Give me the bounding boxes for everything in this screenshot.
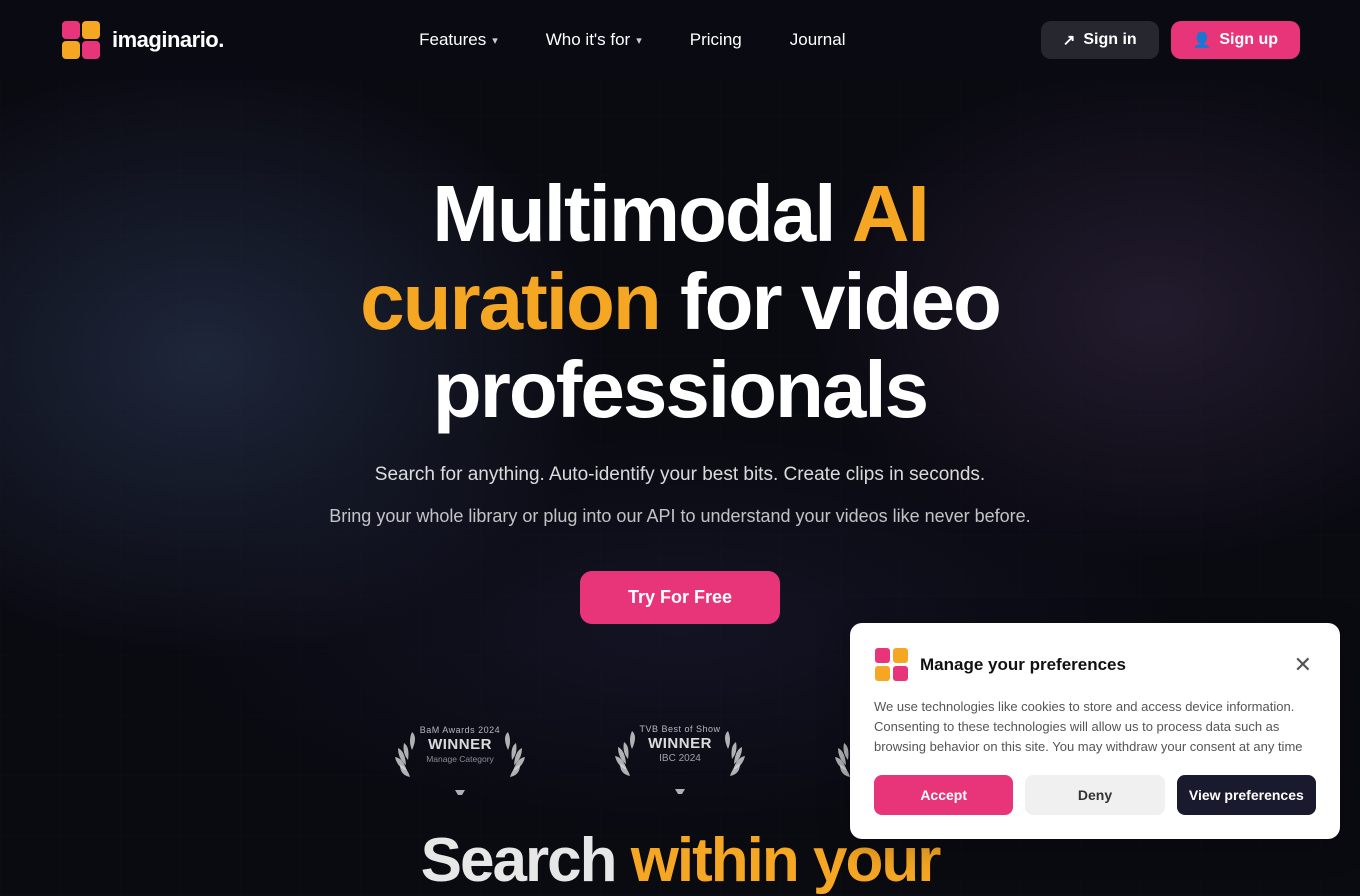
nav-actions: ↗ Sign in 👤 Sign up [1041, 21, 1300, 59]
nav-link-journal[interactable]: Journal [770, 20, 866, 60]
hero-body: Bring your whole library or plug into ou… [20, 502, 1340, 531]
award-status-label-2: WINNER [639, 735, 720, 753]
cookie-header: Manage your preferences ✕ [874, 647, 1316, 683]
cookie-title: Manage your preferences [920, 655, 1126, 675]
nav-link-features[interactable]: Features ▾ [399, 20, 518, 60]
cookie-close-button[interactable]: ✕ [1290, 650, 1316, 680]
award-tvb: TVB Best of Show WINNER IBC 2024 [610, 714, 750, 765]
award-category-label: Manage Category [420, 754, 500, 764]
logo-text: imaginario. [112, 27, 224, 53]
user-plus-icon: 👤 [1193, 31, 1212, 49]
logo-icon [60, 19, 102, 61]
award-text-tvb: TVB Best of Show WINNER IBC 2024 [639, 724, 720, 765]
award-status-label: WINNER [420, 736, 500, 754]
award-bam-2024: BaM Awards 2024 WINNER Manage Category [390, 715, 530, 764]
who-its-for-chevron-icon: ▾ [636, 34, 642, 47]
cookie-consent-dialog: Manage your preferences ✕ We use technol… [850, 623, 1340, 839]
features-chevron-icon: ▾ [492, 34, 498, 47]
try-for-free-button[interactable]: Try For Free [580, 571, 780, 624]
cookie-deny-button[interactable]: Deny [1025, 775, 1164, 815]
award-text-bam-2024: BaM Awards 2024 WINNER Manage Category [420, 725, 500, 764]
cookie-body-text: We use technologies like cookies to stor… [874, 697, 1316, 757]
award-event-label: IBC 2024 [639, 753, 720, 765]
hero-section: Multimodal AI curation for video profess… [0, 80, 1360, 684]
cookie-actions: Accept Deny View preferences [874, 775, 1316, 815]
navbar: imaginario. Features ▾ Who it's for ▾ Pr… [0, 0, 1360, 80]
nav-link-pricing[interactable]: Pricing [670, 20, 762, 60]
award-org-label-2: TVB Best of Show [639, 724, 720, 735]
nav-link-who-its-for[interactable]: Who it's for ▾ [526, 20, 662, 60]
logo-link[interactable]: imaginario. [60, 19, 224, 61]
award-org-label: BaM Awards 2024 [420, 725, 500, 736]
cookie-brand: Manage your preferences [874, 647, 1126, 683]
signup-button[interactable]: 👤 Sign up [1171, 21, 1300, 59]
cookie-brand-icon [874, 647, 910, 683]
signin-button[interactable]: ↗ Sign in [1041, 21, 1159, 59]
cookie-accept-button[interactable]: Accept [874, 775, 1013, 815]
hero-subtitle: Search for anything. Auto-identify your … [20, 464, 1340, 486]
nav-links: Features ▾ Who it's for ▾ Pricing Journa… [399, 20, 865, 60]
hero-title: Multimodal AI curation for video profess… [20, 170, 1340, 434]
external-link-icon: ↗ [1063, 31, 1076, 49]
cookie-view-preferences-button[interactable]: View preferences [1177, 775, 1316, 815]
